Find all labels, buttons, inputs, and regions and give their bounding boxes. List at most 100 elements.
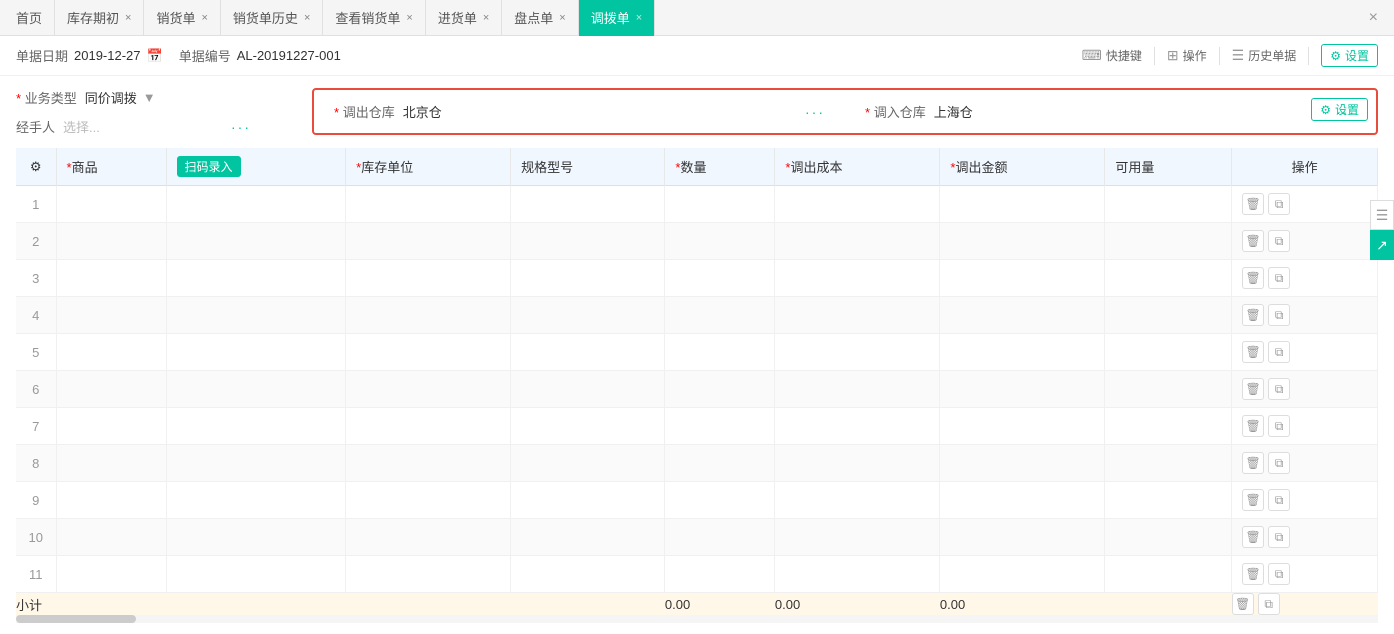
delete-icon[interactable]: 🗑 <box>1242 415 1264 437</box>
row-action-cell: 🗑 ⧉ <box>1242 489 1367 511</box>
close-icon[interactable]: × <box>483 12 489 24</box>
copy-icon[interactable]: ⧉ <box>1268 452 1290 474</box>
row-action-cell: 🗑 ⧉ <box>1242 193 1367 215</box>
tab-home[interactable]: 首页 <box>4 0 55 36</box>
copy-icon[interactable]: ⧉ <box>1268 341 1290 363</box>
calendar-icon[interactable]: 📅 <box>147 48 163 64</box>
warehouse-out-dots[interactable]: ··· <box>805 104 825 120</box>
table-header-gear[interactable]: ⚙ <box>16 148 56 186</box>
tab-inventory-init[interactable]: 库存期初 × <box>55 0 144 36</box>
tab-inventory-check[interactable]: 盘点单 × <box>502 0 578 36</box>
copy-icon[interactable]: ⧉ <box>1268 415 1290 437</box>
settings-button[interactable]: ⚙ 设置 <box>1321 44 1378 67</box>
tab-purchase-order[interactable]: 进货单 × <box>426 0 502 36</box>
panel-settings-button[interactable]: ⚙ 设置 <box>1311 98 1368 121</box>
table-row: 7 🗑 ⧉ <box>16 408 1378 445</box>
divider <box>1219 47 1220 65</box>
row-action-cell: 🗑 ⧉ <box>1242 563 1367 585</box>
row-number-8: 8 <box>16 445 56 482</box>
horizontal-scrollbar[interactable] <box>16 615 1378 623</box>
delete-icon[interactable]: 🗑 <box>1242 304 1264 326</box>
warehouse-out-value: 北京仓 <box>403 102 442 121</box>
main-table: ⚙ *商品 扫码录入 *库存单位 规格型号 *数量 *调出成本 <box>16 148 1378 615</box>
row-action-cell: 🗑 ⧉ <box>1242 304 1367 326</box>
table-row: 9 🗑 ⧉ <box>16 482 1378 519</box>
copy-icon[interactable]: ⧉ <box>1268 304 1290 326</box>
warehouse-out-label: * 调出仓库 <box>334 102 395 121</box>
warehouse-in-label: * 调入仓库 <box>865 102 926 121</box>
row-number-9: 9 <box>16 482 56 519</box>
row-action-cell: 🗑 ⧉ <box>1242 415 1367 437</box>
delete-icon[interactable]: 🗑 <box>1242 341 1264 363</box>
copy-icon[interactable]: ⧉ <box>1268 267 1290 289</box>
close-icon[interactable]: × <box>304 12 310 24</box>
tab-sales-history[interactable]: 销货单历史 × <box>221 0 323 36</box>
business-type-label: * 业务类型 <box>16 88 77 107</box>
delete-icon[interactable]: 🗑 <box>1242 378 1264 400</box>
scroll-thumb[interactable] <box>16 615 136 623</box>
table-row: 2 🗑 ⧉ <box>16 223 1378 260</box>
settings-gear-icon: ⚙ <box>1330 49 1341 63</box>
table-header-cost: *调出成本 <box>775 148 940 186</box>
close-icon[interactable]: × <box>125 12 131 24</box>
sidebar-export-icon[interactable]: ↗ <box>1370 230 1394 260</box>
copy-icon[interactable]: ⧉ <box>1268 193 1290 215</box>
panel-settings-gear-icon: ⚙ <box>1320 103 1331 117</box>
copy-icon[interactable]: ⧉ <box>1268 526 1290 548</box>
table-header-qty: *数量 <box>665 148 775 186</box>
sidebar-list-icon[interactable]: ☰ <box>1370 200 1394 230</box>
more-dots-icon[interactable]: ··· <box>231 119 251 135</box>
gear-icon: ⚙ <box>30 159 42 174</box>
table-row: 1 🗑 ⧉ <box>16 186 1378 223</box>
tab-transfer-order[interactable]: 调拨单 × <box>579 0 655 36</box>
history-icon: ☰ <box>1232 47 1245 64</box>
close-icon[interactable]: × <box>636 12 642 24</box>
row-action-cell: 🗑 ⧉ <box>1242 230 1367 252</box>
table-header-product: *商品 <box>56 148 166 186</box>
tab-sales-order[interactable]: 销货单 × <box>144 0 220 36</box>
scan-button[interactable]: 扫码录入 <box>177 156 241 177</box>
keyboard-icon: ⌨ <box>1082 47 1102 64</box>
tab-view-sales[interactable]: 查看销货单 × <box>323 0 425 36</box>
delete-icon[interactable]: 🗑 <box>1242 193 1264 215</box>
subtotal-copy-icon[interactable]: ⧉ <box>1258 593 1280 615</box>
close-window-button[interactable]: × <box>1357 9 1390 27</box>
copy-icon[interactable]: ⧉ <box>1268 489 1290 511</box>
tab-bar: 首页 库存期初 × 销货单 × 销货单历史 × 查看销货单 × 进货单 × 盘点… <box>0 0 1394 36</box>
close-icon[interactable]: × <box>559 12 565 24</box>
toolbar: 单据日期 2019-12-27 📅 单据编号 AL-20191227-001 ⌨… <box>0 36 1394 76</box>
copy-icon[interactable]: ⧉ <box>1268 230 1290 252</box>
handler-row: 经手人 选择... ··· <box>16 117 296 136</box>
table-row: 3 🗑 ⧉ <box>16 260 1378 297</box>
table-header-scan: 扫码录入 <box>166 148 346 186</box>
copy-icon[interactable]: ⧉ <box>1268 563 1290 585</box>
delete-icon[interactable]: 🗑 <box>1242 267 1264 289</box>
copy-icon[interactable]: ⧉ <box>1268 378 1290 400</box>
row-action-cell: 🗑 ⧉ <box>1242 341 1367 363</box>
subtotal-qty: 0.00 <box>665 593 775 616</box>
handler-select[interactable]: 选择... <box>63 117 223 136</box>
table-header-amount: *调出金额 <box>940 148 1105 186</box>
date-field: 单据日期 2019-12-27 📅 <box>16 46 163 65</box>
form-area: * 业务类型 同价调拨 ▼ 经手人 选择... ··· * 调出仓库 北京仓 <box>0 76 1394 148</box>
toolbar-right: ⌨ 快捷键 ⊞ 操作 ☰ 历史单据 ⚙ 设置 <box>1082 44 1378 67</box>
delete-icon[interactable]: 🗑 <box>1242 563 1264 585</box>
subtotal-label: 小计 <box>16 593 166 616</box>
close-icon[interactable]: × <box>406 12 412 24</box>
row-action-cell: 🗑 ⧉ <box>1242 267 1367 289</box>
history-button[interactable]: ☰ 历史单据 <box>1232 47 1297 64</box>
delete-icon[interactable]: 🗑 <box>1242 526 1264 548</box>
shortcuts-button[interactable]: ⌨ 快捷键 <box>1082 47 1142 64</box>
delete-icon[interactable]: 🗑 <box>1242 452 1264 474</box>
divider <box>1308 47 1309 65</box>
business-type-select[interactable]: 同价调拨 ▼ <box>85 88 245 107</box>
operations-button[interactable]: ⊞ 操作 <box>1167 47 1207 64</box>
dropdown-icon[interactable]: ▼ <box>143 90 156 105</box>
close-icon[interactable]: × <box>201 12 207 24</box>
delete-icon[interactable]: 🗑 <box>1242 489 1264 511</box>
delete-icon[interactable]: 🗑 <box>1242 230 1264 252</box>
form-left: * 业务类型 同价调拨 ▼ 经手人 选择... ··· <box>16 88 296 136</box>
table-header-row: ⚙ *商品 扫码录入 *库存单位 规格型号 *数量 *调出成本 <box>16 148 1378 186</box>
subtotal-delete-icon[interactable]: 🗑 <box>1232 593 1254 615</box>
row-action-cell: 🗑 ⧉ <box>1242 526 1367 548</box>
